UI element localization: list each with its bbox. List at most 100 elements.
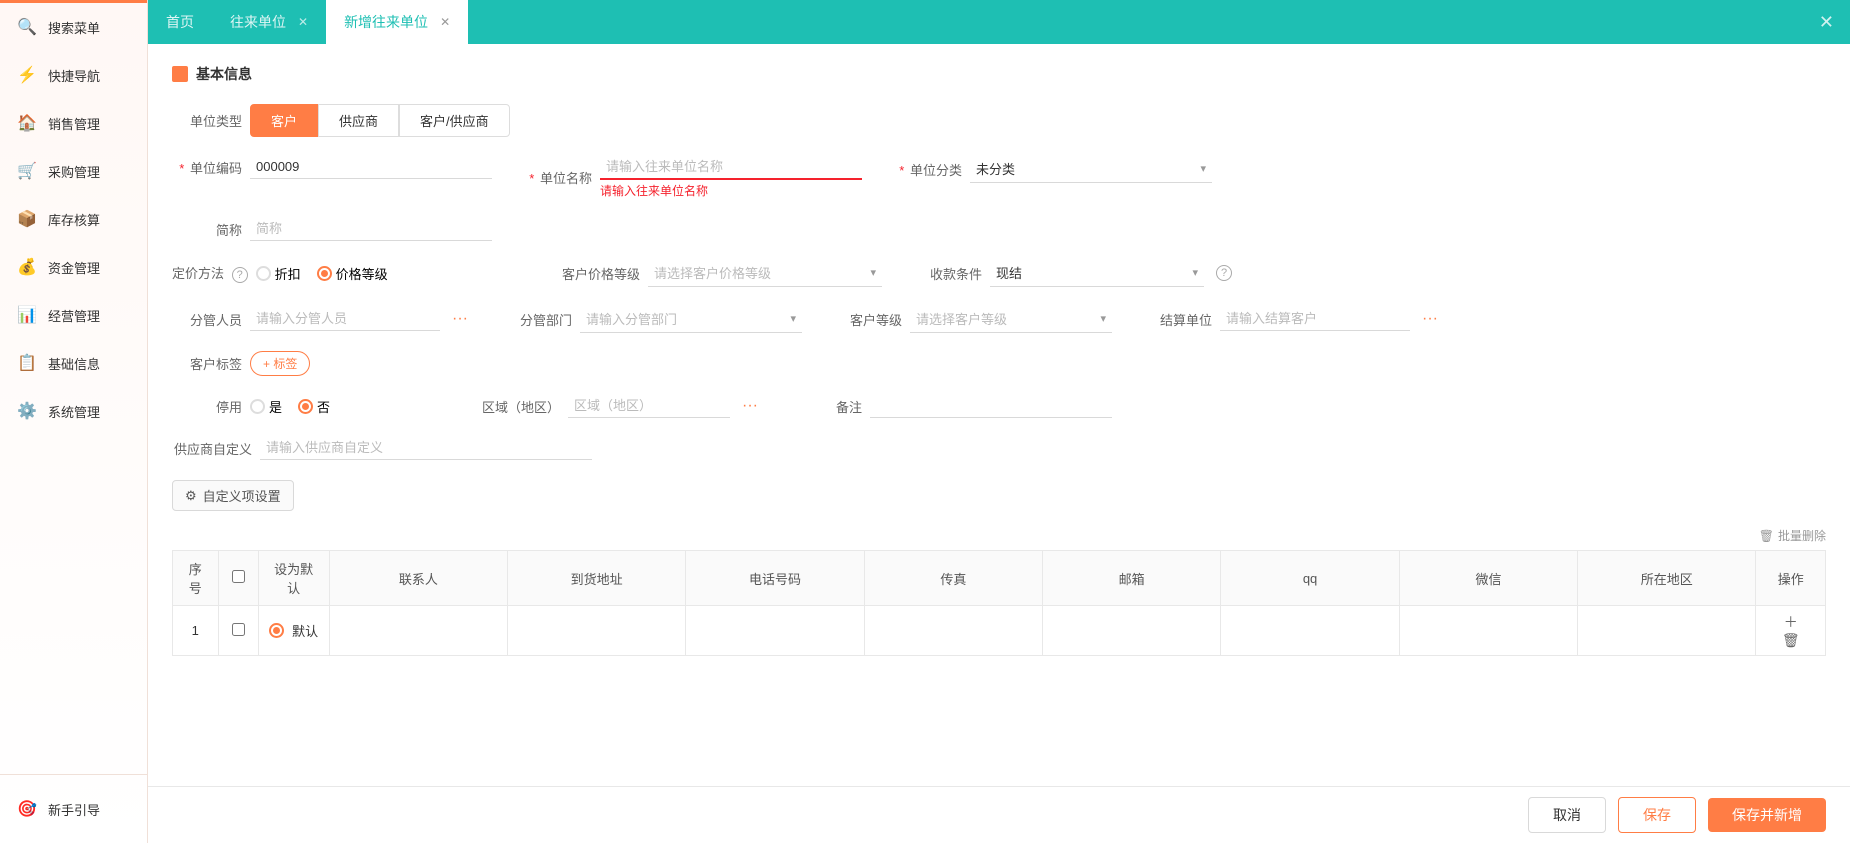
sidebar-item-inventory[interactable]: 📦 库存核算	[0, 195, 147, 243]
radio-price-level-label: 价格等级	[336, 264, 388, 283]
save-button[interactable]: 保存	[1618, 797, 1696, 833]
unit-category-select[interactable]: 未分类 ▾	[970, 155, 1212, 183]
cell-phone[interactable]	[686, 606, 864, 656]
customer-price-level-select[interactable]: 请选择客户价格等级 ▾	[648, 259, 882, 287]
table-head: 序号 设为默认 联系人 到货地址 电话号码 传真 邮箱 qq 微信 所在地区 操…	[173, 551, 1826, 606]
tab-home-label: 首页	[166, 12, 194, 32]
cell-action: ＋ 🗑	[1756, 606, 1826, 656]
sidebar-item-guide[interactable]: 🎯 新手引导	[0, 785, 147, 833]
field-department: 分管部门 请输入分管部门 ▾	[502, 305, 802, 333]
manager-input[interactable]	[250, 307, 440, 331]
unit-name-input[interactable]	[600, 155, 862, 180]
region-more-btn[interactable]: ···	[738, 397, 762, 415]
type-btn-supplier[interactable]: 供应商	[318, 104, 399, 137]
pricing-method-tooltip[interactable]: ?	[232, 267, 248, 283]
field-settlement-unit: 结算单位 ···	[1142, 307, 1442, 331]
sidebar-item-sales[interactable]: 🏠 销售管理	[0, 99, 147, 147]
tab-partner-close[interactable]: ✕	[298, 15, 308, 29]
sidebar-item-finance[interactable]: 💰 资金管理	[0, 243, 147, 291]
default-radio-label: 默认	[292, 621, 318, 640]
payment-terms-select[interactable]: 现结 ▾	[990, 259, 1204, 287]
sidebar-item-system[interactable]: ⚙️ 系统管理	[0, 387, 147, 435]
cell-contact[interactable]	[329, 606, 507, 656]
cell-fax[interactable]	[864, 606, 1042, 656]
cell-wechat[interactable]	[1399, 606, 1577, 656]
row-disabled: 停用 是 否 区域（地区） ··· 备注	[172, 394, 1826, 418]
sales-icon: 🏠	[16, 112, 38, 134]
field-payment-terms: 收款条件 现结 ▾ ?	[912, 259, 1232, 287]
radio-disabled-yes-label: 是	[269, 397, 282, 416]
table-region-input[interactable]	[1588, 623, 1745, 638]
address-input[interactable]	[518, 623, 675, 638]
batch-delete-button[interactable]: 🗑 批量删除	[1759, 527, 1826, 544]
unit-code-input[interactable]	[250, 155, 492, 179]
disabled-label: 停用	[172, 397, 242, 416]
unit-category-label: * 单位分类	[892, 160, 962, 179]
sidebar: 🔍 搜索菜单 ⚡ 快捷导航 🏠 销售管理 🛒 采购管理 📦 库存核算 💰 资金管…	[0, 0, 148, 843]
region-input[interactable]	[568, 394, 730, 418]
tab-bar-close[interactable]: ✕	[1819, 12, 1850, 33]
qq-input[interactable]	[1231, 623, 1388, 638]
settlement-unit-input[interactable]	[1220, 307, 1410, 331]
col-action: 操作	[1756, 551, 1826, 606]
cell-default-radio[interactable]: 默认	[269, 621, 319, 640]
required-star-cat: *	[899, 163, 904, 178]
type-btn-both[interactable]: 客户/供应商	[399, 104, 510, 137]
tab-partner[interactable]: 往来单位 ✕	[212, 0, 326, 44]
add-tag-button[interactable]: + 标签	[250, 351, 310, 376]
col-seq: 序号	[173, 551, 219, 606]
header-checkbox[interactable]	[232, 570, 245, 583]
radio-price-level[interactable]: 价格等级	[317, 264, 388, 283]
cell-seq: 1	[173, 606, 219, 656]
radio-discount[interactable]: 折扣	[256, 264, 301, 283]
add-row-btn[interactable]: ＋	[1780, 612, 1802, 632]
cell-default[interactable]: 默认	[258, 606, 329, 656]
table-toolbar: 🗑 批量删除	[172, 527, 1826, 544]
type-btn-customer[interactable]: 客户	[250, 104, 318, 137]
row-checkbox[interactable]	[232, 623, 245, 636]
sidebar-item-basic[interactable]: 📋 基础信息	[0, 339, 147, 387]
fax-input[interactable]	[875, 623, 1032, 638]
cell-qq[interactable]	[1221, 606, 1399, 656]
unit-category-chevron: ▾	[1200, 162, 1206, 175]
col-checkbox[interactable]	[218, 551, 258, 606]
radio-disabled-yes-circle	[250, 399, 265, 414]
tab-new-partner-close[interactable]: ✕	[440, 15, 450, 29]
manager-more-btn[interactable]: ···	[448, 310, 472, 328]
operations-icon: 📊	[16, 304, 38, 326]
cancel-button[interactable]: 取消	[1528, 797, 1606, 833]
sidebar-label-search: 搜索菜单	[48, 18, 100, 37]
system-icon: ⚙️	[16, 400, 38, 422]
wechat-input[interactable]	[1410, 623, 1567, 638]
save-new-button[interactable]: 保存并新增	[1708, 798, 1826, 832]
cell-checkbox[interactable]	[218, 606, 258, 656]
settlement-unit-more-btn[interactable]: ···	[1418, 310, 1442, 328]
custom-settings-label: 自定义项设置	[203, 486, 281, 505]
remark-input[interactable]	[870, 394, 1112, 418]
phone-input[interactable]	[696, 623, 853, 638]
col-region: 所在地区	[1578, 551, 1756, 606]
tab-home[interactable]: 首页	[148, 0, 212, 44]
short-name-input[interactable]	[250, 217, 492, 241]
default-radio-circle	[269, 623, 284, 638]
radio-disabled-yes[interactable]: 是	[250, 397, 282, 416]
radio-disabled-no-circle	[298, 399, 313, 414]
sidebar-item-search[interactable]: 🔍 搜索菜单	[0, 3, 147, 51]
cell-email[interactable]	[1043, 606, 1221, 656]
supplier-custom-input[interactable]	[260, 436, 592, 460]
table-body: 1 默认	[173, 606, 1826, 656]
sidebar-item-quick-nav[interactable]: ⚡ 快捷导航	[0, 51, 147, 99]
radio-disabled-no[interactable]: 否	[298, 397, 330, 416]
tab-new-partner[interactable]: 新增往来单位 ✕	[326, 0, 468, 44]
delete-row-btn[interactable]: 🗑	[1778, 630, 1804, 650]
customer-level-select[interactable]: 请选择客户等级 ▾	[910, 305, 1112, 333]
email-input[interactable]	[1053, 623, 1210, 638]
custom-settings-button[interactable]: ⚙ 自定义项设置	[172, 480, 294, 511]
sidebar-item-purchase[interactable]: 🛒 采购管理	[0, 147, 147, 195]
cell-address[interactable]	[508, 606, 686, 656]
sidebar-item-operations[interactable]: 📊 经营管理	[0, 291, 147, 339]
cell-region[interactable]	[1578, 606, 1756, 656]
contact-input[interactable]	[340, 623, 497, 638]
payment-terms-tooltip[interactable]: ?	[1216, 265, 1232, 281]
department-select[interactable]: 请输入分管部门 ▾	[580, 305, 802, 333]
